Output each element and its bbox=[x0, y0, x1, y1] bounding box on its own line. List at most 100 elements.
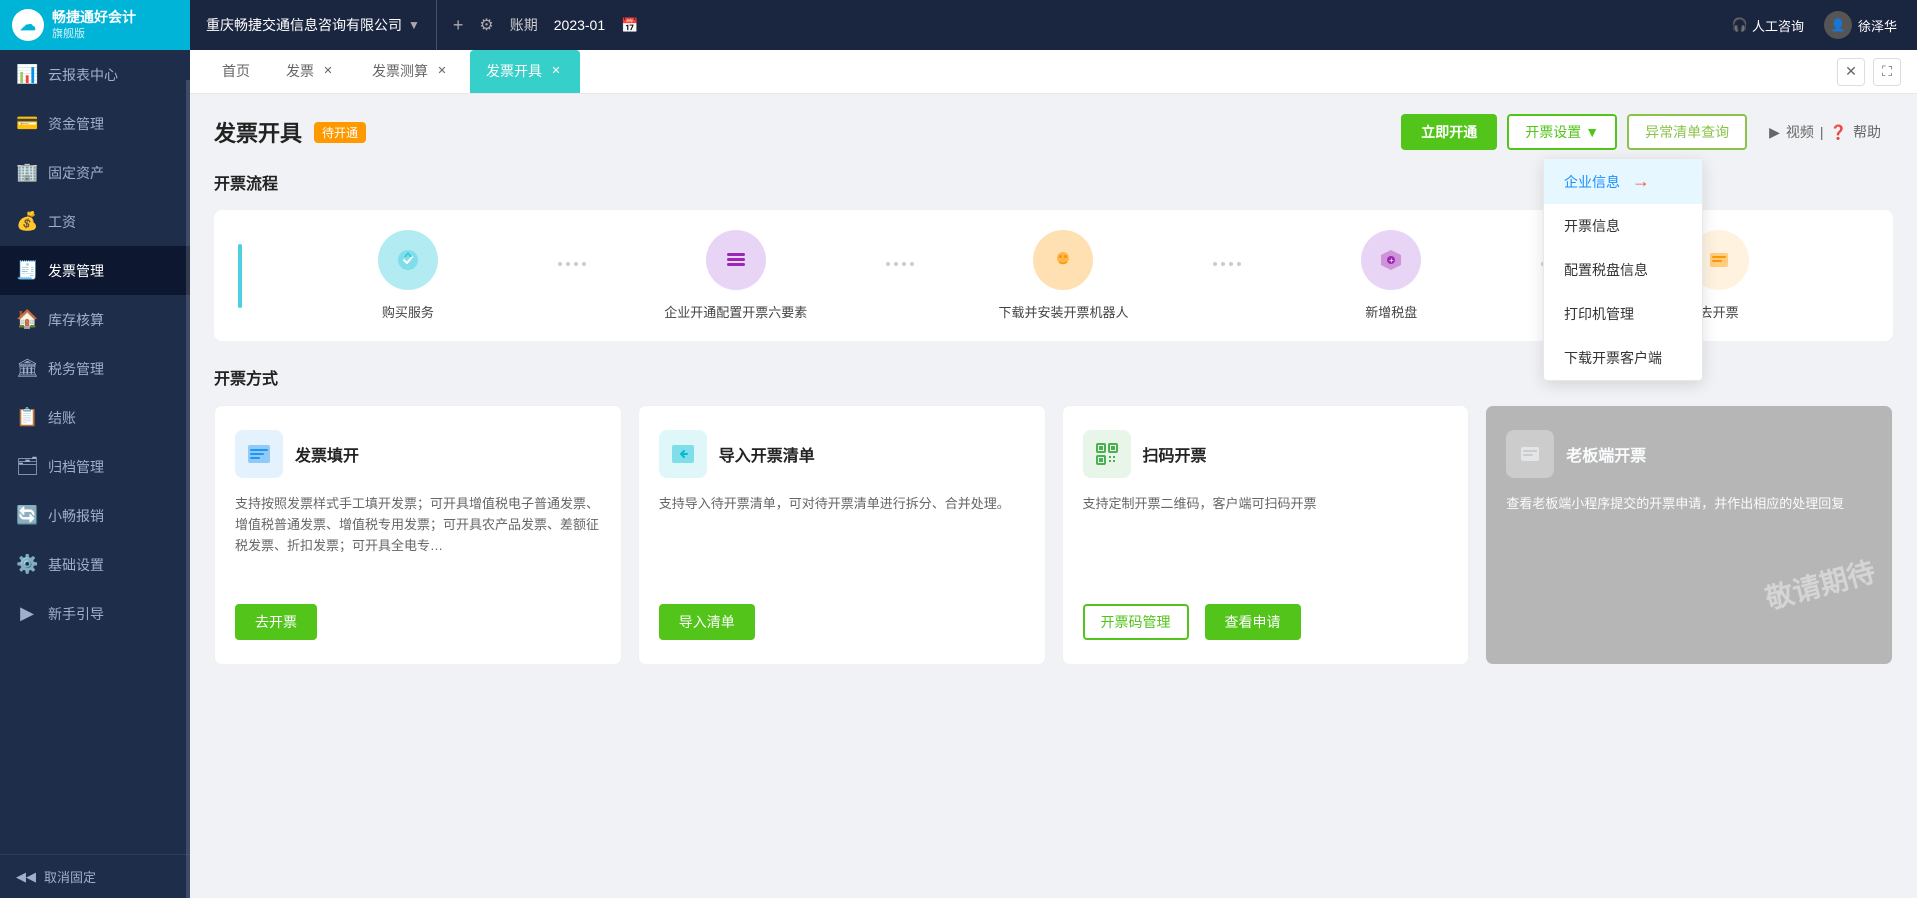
exception-btn[interactable]: 异常清单查询 bbox=[1627, 114, 1747, 150]
video-help-btn[interactable]: ▶ 视频 | ❓ 帮助 bbox=[1757, 116, 1893, 148]
methods-section: 开票方式 bbox=[214, 365, 1893, 665]
flow-dots-2 bbox=[886, 262, 914, 266]
tab-invoice-calc[interactable]: 发票测算 ✕ bbox=[356, 50, 466, 93]
tab-invoice[interactable]: 发票 ✕ bbox=[270, 50, 352, 93]
tab-bar-actions: ✕ ⛶ bbox=[1837, 58, 1901, 86]
sidebar-item-settle[interactable]: 📋 结账 bbox=[0, 393, 190, 442]
page-content: 发票开具 待开通 立即开通 开票设置 ▼ 异常清单查询 ▶ 视频 bbox=[190, 94, 1917, 898]
method-card-import: 导入开票清单 支持导入待开票清单，可对待开票清单进行拆分、合并处理。 导入清单 bbox=[638, 405, 1046, 665]
payroll-icon: 💰 bbox=[16, 211, 38, 232]
sidebar-item-inventory[interactable]: 🏠 库存核算 bbox=[0, 295, 190, 344]
sidebar-item-payroll-label: 工资 bbox=[48, 212, 76, 232]
invoice-icon: 🧾 bbox=[16, 260, 38, 281]
sidebar-item-archive-label: 归档管理 bbox=[48, 457, 104, 477]
help-label: 帮助 bbox=[1853, 122, 1881, 142]
user-avatar: 👤 bbox=[1824, 11, 1852, 39]
flow-step-3: 下载并安装开票机器人 bbox=[914, 230, 1214, 321]
tab-invoice-tool-close[interactable]: ✕ bbox=[548, 63, 564, 79]
sidebar-item-settings[interactable]: ⚙️ 基础设置 bbox=[0, 540, 190, 589]
page-header: 发票开具 待开通 立即开通 开票设置 ▼ 异常清单查询 ▶ 视频 bbox=[214, 114, 1893, 150]
tab-close-btn[interactable]: ✕ bbox=[1837, 58, 1865, 86]
help-consultation-btn[interactable]: 🎧 人工咨询 bbox=[1732, 16, 1804, 35]
dropdown-item-printer[interactable]: 打印机管理 bbox=[1544, 292, 1702, 336]
question-icon: ❓ bbox=[1830, 124, 1847, 141]
dropdown-item-company-info[interactable]: 企业信息 → bbox=[1544, 159, 1702, 204]
logo-text-block: 畅捷通好会计 旗舰版 bbox=[52, 9, 136, 42]
red-arrow-icon: → bbox=[1632, 171, 1650, 192]
fixed-assets-icon: 🏢 bbox=[16, 162, 38, 183]
sidebar-item-report-label: 小畅报销 bbox=[48, 506, 104, 526]
sidebar-item-fund[interactable]: 💳 资金管理 bbox=[0, 99, 190, 148]
sidebar-item-fixed-assets-label: 固定资产 bbox=[48, 163, 104, 183]
logo-main-text: 畅捷通好会计 bbox=[52, 9, 136, 26]
cloud-report-icon: 📊 bbox=[16, 64, 38, 85]
tab-expand-btn[interactable]: ⛶ bbox=[1873, 58, 1901, 86]
sidebar-item-payroll[interactable]: 💰 工资 bbox=[0, 197, 190, 246]
flow-icon-download bbox=[1033, 230, 1093, 290]
scan-btns: 开票码管理 查看申请 bbox=[1083, 604, 1449, 640]
user-area[interactable]: 👤 徐泽华 bbox=[1824, 11, 1897, 39]
settings-sidebar-icon: ⚙️ bbox=[16, 554, 38, 575]
header-actions: 立即开通 开票设置 ▼ 异常清单查询 ▶ 视频 | ❓ 帮助 bbox=[1401, 114, 1893, 150]
add-icon[interactable]: + bbox=[453, 15, 464, 36]
printer-label: 打印机管理 bbox=[1564, 306, 1634, 322]
sidebar-item-cloud-report[interactable]: 📊 云报表中心 bbox=[0, 50, 190, 99]
company-selector[interactable]: 重庆畅捷交通信息咨询有限公司 ▼ bbox=[190, 0, 437, 50]
main-layout: 📊 云报表中心 💳 资金管理 🏢 固定资产 💰 工资 🧾 发票管理 🏠 bbox=[0, 50, 1917, 898]
sidebar-item-fixed-assets[interactable]: 🏢 固定资产 bbox=[0, 148, 190, 197]
fund-icon: 💳 bbox=[16, 113, 38, 134]
company-info-label: 企业信息 bbox=[1564, 174, 1620, 190]
method-fill-header: 发票填开 bbox=[235, 430, 601, 478]
tab-invoice-calc-label: 发票测算 bbox=[372, 61, 428, 81]
tab-invoice-calc-close[interactable]: ✕ bbox=[434, 63, 450, 79]
settings-dropdown-wrapper: 开票设置 ▼ bbox=[1507, 114, 1617, 150]
tab-home[interactable]: 首页 bbox=[206, 50, 266, 93]
guide-icon: ▶ bbox=[16, 603, 38, 624]
view-apply-btn[interactable]: 查看申请 bbox=[1205, 604, 1301, 640]
logo-area: ☁ 畅捷通好会计 旗舰版 bbox=[0, 0, 190, 50]
report-icon: 🔄 bbox=[16, 505, 38, 526]
tab-invoice-close[interactable]: ✕ bbox=[320, 63, 336, 79]
sidebar-item-report[interactable]: 🔄 小畅报销 bbox=[0, 491, 190, 540]
top-actions: + ⚙ 账期 2023-01 📅 bbox=[437, 15, 655, 36]
sidebar-item-guide[interactable]: ▶ 新手引导 bbox=[0, 589, 190, 638]
play-icon: ▶ bbox=[1769, 124, 1780, 141]
period-label: 账期 bbox=[510, 15, 538, 35]
settings-dropdown-menu: 企业信息 → 开票信息 配置税盘信息 打印机管理 下 bbox=[1543, 158, 1703, 381]
method-card-fill: 发票填开 支持按照发票样式手工填开发票；可开具增值税电子普通发票、增值税普通发票… bbox=[214, 405, 622, 665]
sidebar-item-settle-label: 结账 bbox=[48, 408, 76, 428]
company-name: 重庆畅捷交通信息咨询有限公司 bbox=[206, 15, 402, 35]
sidebar-item-archive[interactable]: 🗂 归档管理 bbox=[0, 442, 190, 491]
method-fill-title: 发票填开 bbox=[295, 442, 359, 466]
top-bar: ☁ 畅捷通好会计 旗舰版 重庆畅捷交通信息咨询有限公司 ▼ + ⚙ 账期 202… bbox=[0, 0, 1917, 50]
tab-invoice-tool[interactable]: 发票开具 ✕ bbox=[470, 50, 580, 93]
archive-icon: 🗂 bbox=[16, 456, 38, 477]
dropdown-item-invoice-info[interactable]: 开票信息 bbox=[1544, 204, 1702, 248]
dropdown-item-download-client[interactable]: 下载开票客户端 bbox=[1544, 336, 1702, 380]
sidebar-pin-toggle[interactable]: ◀◀ 取消固定 bbox=[0, 854, 190, 898]
sidebar-item-invoice[interactable]: 🧾 发票管理 bbox=[0, 246, 190, 295]
method-import-desc: 支持导入待开票清单，可对待开票清单进行拆分、合并处理。 bbox=[659, 494, 1025, 584]
settings-btn[interactable]: 开票设置 ▼ bbox=[1507, 114, 1617, 150]
flow-label-2: 企业开通配置开票六要素 bbox=[664, 302, 807, 321]
method-import-header: 导入开票清单 bbox=[659, 430, 1025, 478]
fill-invoice-btn[interactable]: 去开票 bbox=[235, 604, 317, 640]
settings-icon[interactable]: ⚙ bbox=[479, 15, 493, 35]
tab-invoice-tool-label: 发票开具 bbox=[486, 61, 542, 81]
dropdown-item-tax-disk[interactable]: 配置税盘信息 bbox=[1544, 248, 1702, 292]
logo-sub-text: 旗舰版 bbox=[52, 25, 136, 41]
method-boss-icon bbox=[1506, 430, 1554, 478]
import-list-btn[interactable]: 导入清单 bbox=[659, 604, 755, 640]
calendar-icon[interactable]: 📅 bbox=[621, 17, 638, 34]
divider: | bbox=[1820, 124, 1824, 140]
activate-btn[interactable]: 立即开通 bbox=[1401, 114, 1497, 150]
sidebar-item-tax[interactable]: 🏛 税务管理 bbox=[0, 344, 190, 393]
tab-invoice-label: 发票 bbox=[286, 61, 314, 81]
qrcode-manage-btn[interactable]: 开票码管理 bbox=[1083, 604, 1189, 640]
pin-icon: ◀◀ bbox=[16, 869, 36, 885]
svg-text:+: + bbox=[1389, 256, 1394, 265]
flow-step-2: 企业开通配置开票六要素 bbox=[586, 230, 886, 321]
status-badge: 待开通 bbox=[314, 122, 366, 143]
settings-btn-label: 开票设置 bbox=[1525, 122, 1581, 142]
top-right: 🎧 人工咨询 👤 徐泽华 bbox=[1732, 11, 1917, 39]
